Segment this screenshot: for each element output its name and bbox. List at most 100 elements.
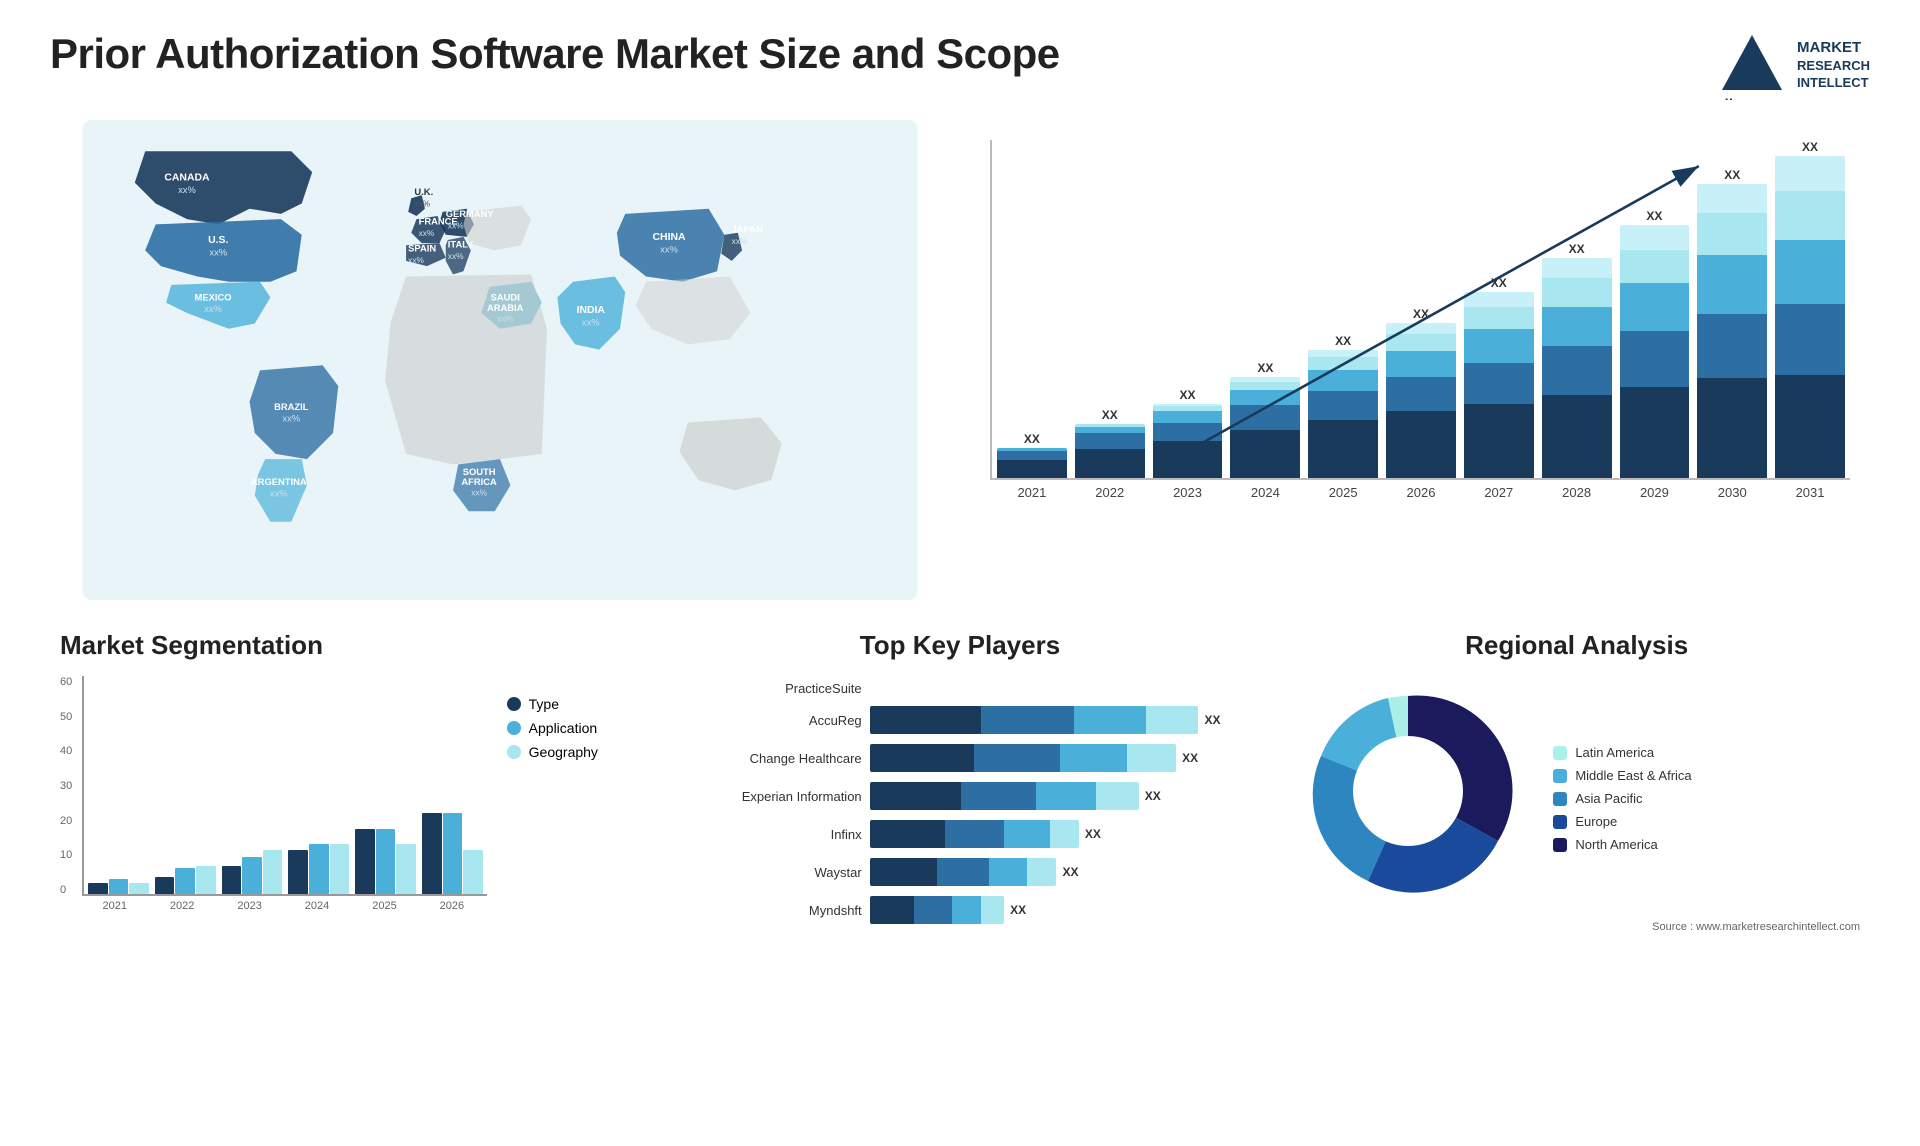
svg-text:SPAIN: SPAIN <box>408 242 436 253</box>
svg-text:xx%: xx% <box>448 251 464 261</box>
svg-text:ARGENTINA: ARGENTINA <box>251 476 307 487</box>
bottom-grid: Market Segmentation 0 10 20 30 40 50 60 <box>50 620 1870 944</box>
source-text: Source : www.marketresearchintellect.com <box>1293 921 1860 933</box>
player-xx-myndshft: XX <box>1010 903 1026 917</box>
logo-text: MARKET RESEARCH INTELLECT <box>1797 38 1870 91</box>
x-label-2028: 2028 <box>1542 485 1612 500</box>
bar-chart-section: XX XX <box>970 120 1870 600</box>
svg-text:xx%: xx% <box>414 199 430 209</box>
svg-text:BRAZIL: BRAZIL <box>274 401 309 412</box>
y-label-20: 20 <box>60 815 72 827</box>
player-row-waystar: Waystar XX <box>677 858 1244 886</box>
x-label-2022: 2022 <box>1075 485 1145 500</box>
legend-north-america: North America <box>1553 837 1691 852</box>
svg-text:xx%: xx% <box>419 228 435 238</box>
x-label-2031: 2031 <box>1775 485 1845 500</box>
legend-color-latin-america <box>1553 746 1567 760</box>
legend-dot-geography <box>507 745 521 759</box>
svg-text:ARABIA: ARABIA <box>487 302 524 313</box>
seg-x-2022: 2022 <box>151 900 212 912</box>
player-name-waystar: Waystar <box>677 865 862 880</box>
segmentation-title: Market Segmentation <box>60 630 627 661</box>
svg-text:M: M <box>1725 97 1733 100</box>
donut-chart <box>1293 676 1523 911</box>
header: Prior Authorization Software Market Size… <box>50 30 1870 100</box>
player-xx-change: XX <box>1182 751 1198 765</box>
seg-x-2024: 2024 <box>286 900 347 912</box>
legend-europe: Europe <box>1553 814 1691 829</box>
svg-text:SOUTH: SOUTH <box>463 466 496 477</box>
y-label-40: 40 <box>60 745 72 757</box>
svg-text:xx%: xx% <box>471 488 487 498</box>
world-map-svg: CANADA xx% U.S. xx% MEXICO xx% BRAZIL xx… <box>50 120 950 600</box>
svg-text:GERMANY: GERMANY <box>446 208 495 219</box>
x-label-2024: 2024 <box>1230 485 1300 500</box>
legend-color-north-america <box>1553 838 1567 852</box>
player-name-accureg: AccuReg <box>677 713 862 728</box>
y-label-0: 0 <box>60 884 72 896</box>
legend-label-mea: Middle East & Africa <box>1575 768 1691 783</box>
svg-text:ITALY: ITALY <box>448 238 474 249</box>
legend-label-type: Type <box>529 696 559 712</box>
x-label-2025: 2025 <box>1308 485 1378 500</box>
world-map-section: CANADA xx% U.S. xx% MEXICO xx% BRAZIL xx… <box>50 120 950 600</box>
player-name-infinx: Infinx <box>677 827 862 842</box>
logo-icon: M <box>1717 30 1787 100</box>
page-container: Prior Authorization Software Market Size… <box>0 0 1920 1146</box>
donut-svg <box>1293 676 1523 906</box>
player-xx-waystar: XX <box>1062 865 1078 879</box>
legend-geography: Geography <box>507 744 627 760</box>
legend-color-apac <box>1553 792 1567 806</box>
player-row-infinx: Infinx XX <box>677 820 1244 848</box>
player-xx-experian: XX <box>1145 789 1161 803</box>
legend-label-latin-america: Latin America <box>1575 745 1654 760</box>
svg-text:xx%: xx% <box>660 244 678 255</box>
regional-title: Regional Analysis <box>1293 630 1860 661</box>
svg-text:xx%: xx% <box>448 221 464 231</box>
player-xx-accureg: XX <box>1204 713 1220 727</box>
svg-text:xx%: xx% <box>582 317 600 328</box>
player-row-changehealthcare: Change Healthcare XX <box>677 744 1244 772</box>
legend-latin-america: Latin America <box>1553 745 1691 760</box>
svg-text:JAPAN: JAPAN <box>732 224 763 235</box>
legend-middle-east-africa: Middle East & Africa <box>1553 768 1691 783</box>
player-name-changehealthcare: Change Healthcare <box>677 751 862 766</box>
x-label-2026: 2026 <box>1386 485 1456 500</box>
x-label-2027: 2027 <box>1464 485 1534 500</box>
svg-text:xx%: xx% <box>204 303 222 314</box>
svg-text:CANADA: CANADA <box>164 173 210 184</box>
y-label-10: 10 <box>60 849 72 861</box>
legend-label-europe: Europe <box>1575 814 1617 829</box>
svg-text:xx%: xx% <box>732 236 748 246</box>
y-label-30: 30 <box>60 780 72 792</box>
seg-x-2023: 2023 <box>219 900 280 912</box>
player-row-accureg: AccuReg XX <box>677 706 1244 734</box>
x-label-2021: 2021 <box>997 485 1067 500</box>
svg-text:xx%: xx% <box>178 184 196 195</box>
legend-label-north-america: North America <box>1575 837 1657 852</box>
player-name-practicesuite: PracticeSuite <box>677 681 862 696</box>
svg-text:xx%: xx% <box>270 488 288 499</box>
y-label-60: 60 <box>60 676 72 688</box>
svg-text:CHINA: CHINA <box>653 232 686 243</box>
legend-dot-type <box>507 697 521 711</box>
svg-text:SAUDI: SAUDI <box>491 292 520 303</box>
svg-text:xx%: xx% <box>209 247 227 258</box>
player-row-practicesuite: PracticeSuite <box>677 681 1244 696</box>
svg-text:xx%: xx% <box>408 255 424 265</box>
x-label-2030: 2030 <box>1697 485 1767 500</box>
regional-section: Regional Analysis <box>1283 620 1870 944</box>
player-row-myndshft: Myndshft XX <box>677 896 1244 924</box>
x-label-2023: 2023 <box>1153 485 1223 500</box>
logo-area: M MARKET RESEARCH INTELLECT <box>1717 30 1870 100</box>
players-section: Top Key Players PracticeSuite AccuReg <box>667 620 1254 944</box>
svg-text:MEXICO: MEXICO <box>195 292 232 303</box>
svg-text:xx%: xx% <box>282 413 300 424</box>
x-label-2029: 2029 <box>1620 485 1690 500</box>
legend-dot-application <box>507 721 521 735</box>
legend-color-mea <box>1553 769 1567 783</box>
svg-text:INDIA: INDIA <box>577 305 606 316</box>
player-row-experian: Experian Information XX <box>677 782 1244 810</box>
legend-label-apac: Asia Pacific <box>1575 791 1642 806</box>
players-title: Top Key Players <box>677 630 1244 661</box>
